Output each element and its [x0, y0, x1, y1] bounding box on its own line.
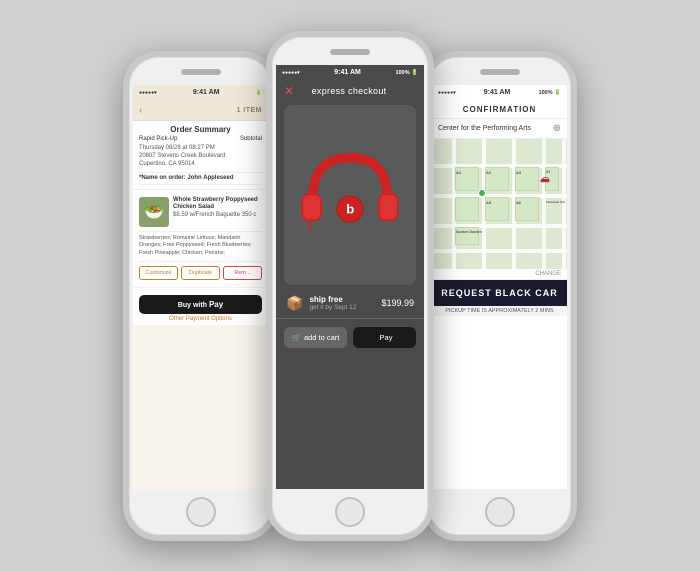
- map-label-sunken: Sunken Garden: [456, 230, 482, 234]
- map-view[interactable]: A1 A2 A3 A5 A6 A7 Financial Aid Sunken G…: [432, 139, 567, 269]
- item-info: Whole Strawberry Poppyseed Chicken Salad…: [173, 197, 262, 227]
- buy-label: Buy with: [178, 302, 209, 309]
- phone2-time: 9:41 AM: [334, 69, 361, 76]
- item-image: 🥗: [139, 197, 169, 227]
- pickup-time-label: PICKUP TIME IS APPROXIMATELY 2 MINS: [432, 306, 567, 316]
- phone3-screen: ●●●●●▾ 9:41 AM 100% 🔋 CONFIRMATION Cente…: [432, 85, 567, 489]
- location-pin: [478, 189, 486, 197]
- item-actions: Customize Duplicate Rem...: [139, 262, 262, 284]
- phones-container: ●●●●●▾ 9:41 AM 🔋 ‹ 1 ITEM Order Summary …: [123, 31, 577, 541]
- map-label-a3: A3: [516, 170, 521, 175]
- phone1-battery: 🔋: [256, 90, 262, 96]
- cart-icon: 🛒: [292, 333, 301, 342]
- phone2-status-bar: ●●●●●▾ 9:41 AM 100% 🔋: [276, 65, 424, 81]
- headphones-image: b: [294, 135, 406, 255]
- phone3-signal: ●●●●●▾: [438, 90, 456, 96]
- map-label-a6: A6: [516, 200, 521, 205]
- phone1-time: 9:41 AM: [193, 89, 220, 96]
- remove-button[interactable]: Rem...: [223, 266, 262, 280]
- apple-logo-icon: Pay: [209, 300, 223, 309]
- location-text: Center for the Performing Arts: [438, 125, 550, 132]
- map-label-a2: A2: [486, 170, 491, 175]
- order-address: Thursday 08/28 at 08:27 PM 20807 Stevens…: [139, 144, 262, 173]
- change-button[interactable]: CHANGE: [432, 269, 567, 280]
- phone-confirmation: ●●●●●▾ 9:41 AM 100% 🔋 CONFIRMATION Cente…: [422, 51, 577, 541]
- add-location-icon[interactable]: ⊕: [553, 123, 561, 134]
- phone1-screen: ●●●●●▾ 9:41 AM 🔋 ‹ 1 ITEM Order Summary …: [133, 85, 268, 489]
- phone3-time: 9:41 AM: [484, 89, 511, 96]
- phone1-signal: ●●●●●▾: [139, 90, 157, 96]
- customize-button[interactable]: Customize: [139, 266, 178, 280]
- phone3-header: CONFIRMATION: [432, 101, 567, 119]
- order-subtitle: Rapid Pick-Up Subtotal: [139, 136, 262, 142]
- order-name: *Name on order: John Appleseed: [139, 175, 262, 185]
- phone2-header: ✕ express checkout: [276, 81, 424, 101]
- location-bar: Center for the Performing Arts ⊕: [432, 119, 567, 139]
- salad-icon: 🥗: [144, 202, 164, 222]
- ship-details: ship free get it by Sept 12: [309, 295, 375, 311]
- close-icon[interactable]: ✕: [284, 84, 294, 98]
- phone2-battery: 100% 🔋: [396, 70, 418, 76]
- phone2-signal: ●●●●●▾: [282, 70, 300, 76]
- box-icon: 📦: [286, 295, 303, 312]
- duplicate-button[interactable]: Duplicate: [181, 266, 220, 280]
- item-ingredients: Strawberries; Romaine Lettuce; Mandarin …: [139, 232, 262, 262]
- other-payment-link[interactable]: Other Payment Options: [139, 316, 262, 322]
- map-label-a1: A1: [456, 170, 461, 175]
- phone1-status-bar: ●●●●●▾ 9:41 AM 🔋: [133, 85, 268, 101]
- phone-checkout: ●●●●●▾ 9:41 AM 100% 🔋 ✕ express checkout: [266, 31, 434, 541]
- apple-pay-button[interactable]: Pay: [353, 327, 416, 348]
- phone3-home-button[interactable]: [485, 497, 515, 527]
- confirmation-title: CONFIRMATION: [438, 105, 561, 114]
- svg-text:b: b: [346, 201, 354, 216]
- back-arrow-icon[interactable]: ‹: [139, 105, 142, 116]
- phone2-home-button[interactable]: [335, 497, 365, 527]
- add-to-cart-button[interactable]: 🛒 add to cart: [284, 327, 347, 348]
- phone2-screen: ●●●●●▾ 9:41 AM 100% 🔋 ✕ express checkout: [276, 65, 424, 489]
- order-summary-title: Order Summary: [139, 125, 262, 134]
- car-icon: 🚗: [540, 174, 550, 183]
- phone1-home-button[interactable]: [186, 497, 216, 527]
- map-label-financial: Financial Aid: [546, 200, 565, 204]
- checkout-title: express checkout: [312, 86, 387, 96]
- phone3-battery: 100% 🔋: [539, 90, 561, 96]
- order-item: 🥗 Whole Strawberry Poppyseed Chicken Sal…: [139, 193, 262, 232]
- phone1-items-count: 1 ITEM: [236, 107, 262, 114]
- phone3-status-bar: ●●●●●▾ 9:41 AM 100% 🔋: [432, 85, 567, 101]
- buy-with-apple-pay-button[interactable]: Buy with Pay: [139, 295, 262, 314]
- phone-order: ●●●●●▾ 9:41 AM 🔋 ‹ 1 ITEM Order Summary …: [123, 51, 278, 541]
- request-black-car-button[interactable]: REQUEST BLACK CAR: [432, 280, 567, 306]
- checkout-buttons: 🛒 add to cart Pay: [276, 319, 424, 356]
- phone1-header: ‹ 1 ITEM: [133, 101, 268, 121]
- map-label-a5: A5: [486, 200, 491, 205]
- product-image-area: b: [284, 105, 416, 285]
- product-price: $199.99: [381, 298, 414, 308]
- shipping-info: 📦 ship free get it by Sept 12 $199.99: [276, 289, 424, 319]
